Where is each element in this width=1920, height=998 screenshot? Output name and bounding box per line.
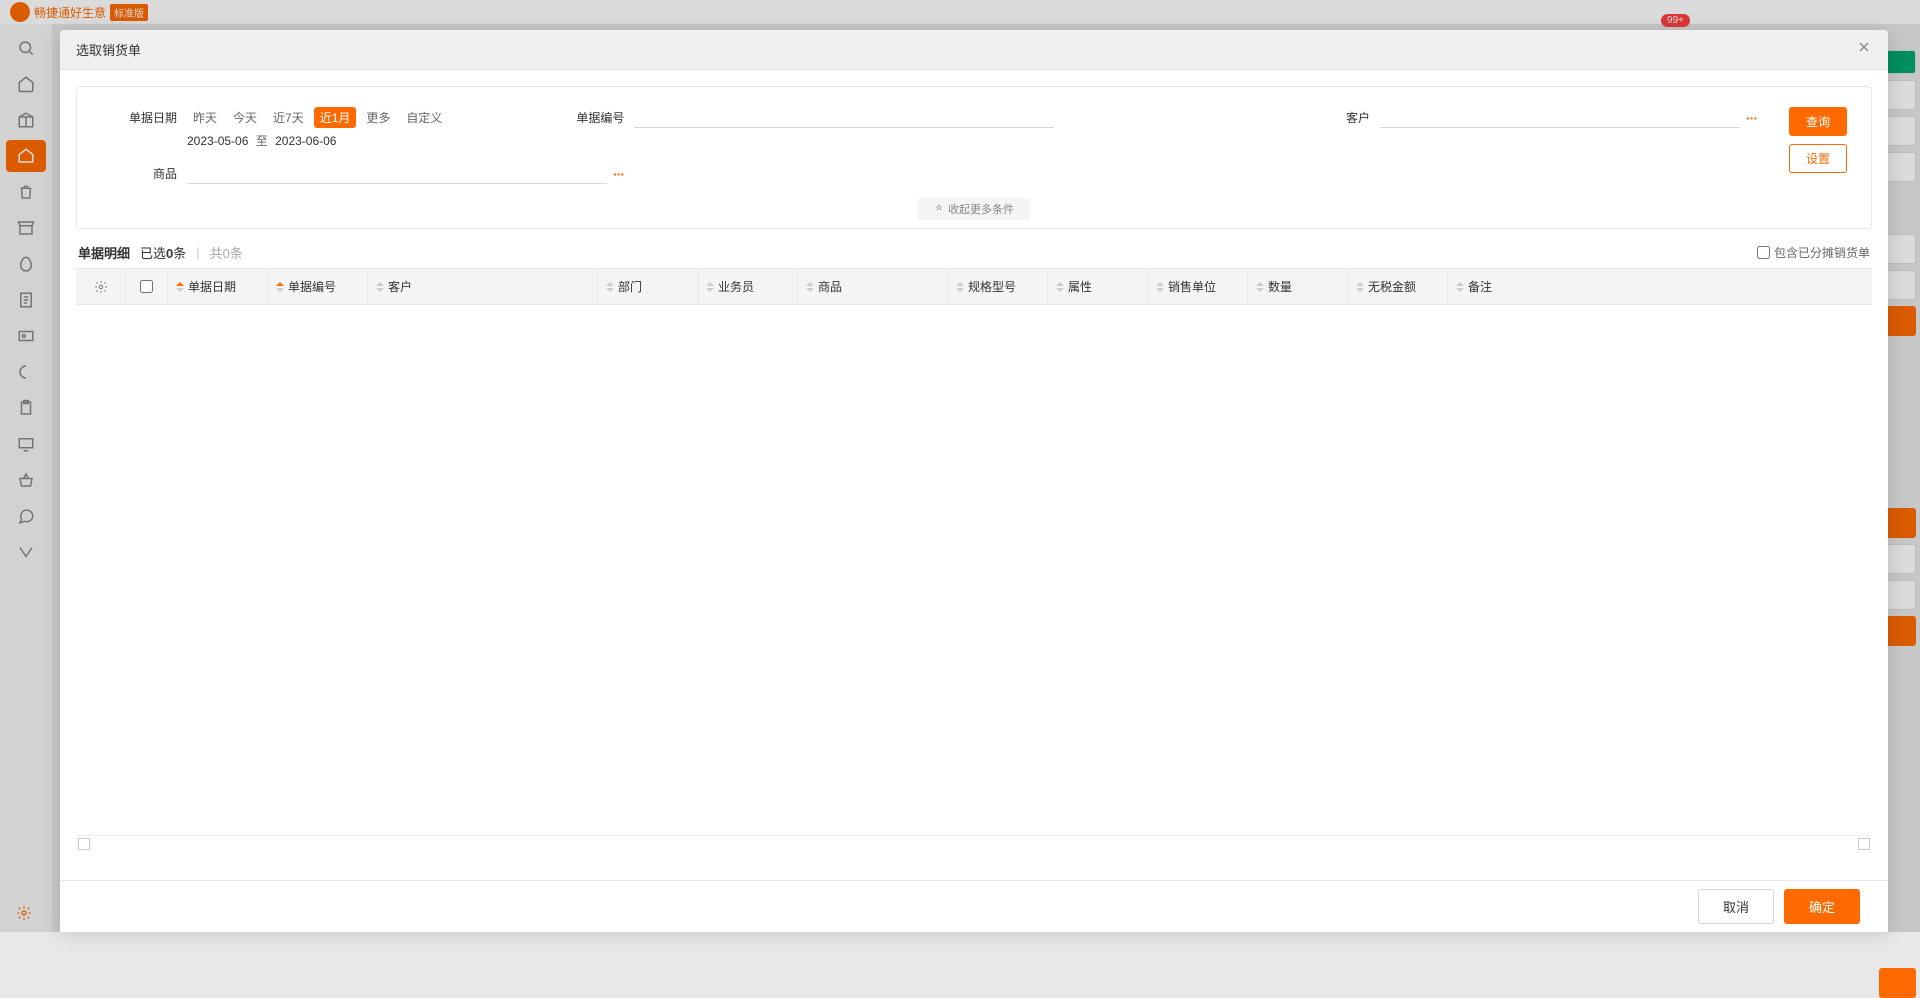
customer-picker-button[interactable]: ··· (1746, 110, 1757, 126)
search-button[interactable]: 查询 (1789, 107, 1847, 136)
product-label: 商品 (101, 165, 177, 182)
table-header-row: 单据日期 单据编号 客户 部门 业务员 商品 规格型号 属性 销售单位 数量 无… (76, 269, 1872, 305)
col-amount[interactable]: 无税金额 (1348, 269, 1448, 304)
modal-close-button[interactable] (1856, 39, 1872, 60)
gear-icon (94, 280, 108, 294)
col-product[interactable]: 商品 (798, 269, 948, 304)
date-to[interactable]: 2023-06-06 (275, 134, 336, 148)
collapse-label: 收起更多条件 (948, 201, 1014, 217)
col-customer[interactable]: 客户 (368, 269, 598, 304)
preset-today[interactable]: 今天 (227, 107, 263, 128)
col-spec[interactable]: 规格型号 (948, 269, 1048, 304)
product-picker-button[interactable]: ··· (613, 166, 624, 182)
selected-count: 已选0条 (140, 243, 186, 262)
chevron-up-icon (934, 204, 944, 214)
include-allocated-input[interactable] (1757, 246, 1770, 259)
preset-more[interactable]: 更多 (360, 107, 396, 128)
date-presets: 昨天 今天 近7天 近1月 更多 自定义 (187, 107, 448, 128)
horizontal-scrollbar[interactable] (76, 835, 1872, 851)
date-separator: 至 (256, 134, 268, 148)
settings-button[interactable]: 设置 (1789, 144, 1847, 173)
date-range-display: 2023-05-06 至 2023-06-06 (187, 132, 448, 149)
date-filter-group: 单据日期 昨天 今天 近7天 近1月 更多 自定义 2023-05-06 至 (101, 107, 448, 149)
code-input[interactable] (634, 107, 1054, 128)
col-sales[interactable]: 业务员 (698, 269, 798, 304)
customer-input[interactable] (1380, 107, 1740, 128)
select-all-header[interactable] (126, 269, 168, 304)
col-note[interactable]: 备注 (1448, 269, 1872, 304)
col-dept[interactable]: 部门 (598, 269, 698, 304)
col-date[interactable]: 单据日期 (168, 269, 268, 304)
detail-title: 单据明细 (78, 243, 130, 262)
select-all-checkbox[interactable] (140, 280, 153, 293)
preset-yesterday[interactable]: 昨天 (187, 107, 223, 128)
scroll-right-icon[interactable] (1858, 838, 1870, 850)
table-body-empty (76, 305, 1872, 835)
date-from[interactable]: 2023-05-06 (187, 134, 248, 148)
code-filter-group: 单据编号 (548, 107, 1054, 128)
modal-footer: 取消 确定 (60, 880, 1888, 932)
col-attr[interactable]: 属性 (1048, 269, 1148, 304)
select-sales-bill-modal: 选取销货单 单据日期 昨天 今天 近7天 近1月 更多 (60, 30, 1888, 932)
cancel-button[interactable]: 取消 (1698, 889, 1774, 924)
total-count: 共0条 (210, 243, 243, 262)
include-allocated-label: 包含已分摊销货单 (1774, 244, 1870, 261)
date-label: 单据日期 (101, 109, 177, 126)
close-icon (1856, 39, 1872, 55)
col-qty[interactable]: 数量 (1248, 269, 1348, 304)
code-label: 单据编号 (548, 109, 624, 126)
preset-custom[interactable]: 自定义 (400, 107, 448, 128)
filter-panel: 单据日期 昨天 今天 近7天 近1月 更多 自定义 2023-05-06 至 (76, 86, 1872, 229)
modal-body: 单据日期 昨天 今天 近7天 近1月 更多 自定义 2023-05-06 至 (60, 70, 1888, 880)
filter-actions: 查询 设置 (1789, 107, 1847, 173)
scroll-left-icon[interactable] (78, 838, 90, 850)
product-input[interactable] (187, 163, 607, 184)
preset-last1m[interactable]: 近1月 (314, 107, 357, 128)
product-filter-group: 商品 ··· (101, 163, 624, 184)
confirm-button[interactable]: 确定 (1784, 889, 1860, 924)
column-settings-button[interactable] (76, 269, 126, 304)
preset-last7[interactable]: 近7天 (267, 107, 310, 128)
collapse-filters-button[interactable]: 收起更多条件 (918, 198, 1030, 220)
detail-header: 单据明细 已选0条 | 共0条 包含已分摊销货单 (76, 229, 1872, 268)
include-allocated-checkbox[interactable]: 包含已分摊销货单 (1757, 244, 1870, 261)
divider: | (196, 245, 199, 260)
modal-header: 选取销货单 (60, 30, 1888, 70)
col-code[interactable]: 单据编号 (268, 269, 368, 304)
modal-title: 选取销货单 (76, 40, 141, 59)
customer-filter-group: 客户 ··· (1294, 107, 1757, 128)
col-unit[interactable]: 销售单位 (1148, 269, 1248, 304)
detail-table: 单据日期 单据编号 客户 部门 业务员 商品 规格型号 属性 销售单位 数量 无… (76, 268, 1872, 864)
customer-label: 客户 (1294, 109, 1370, 126)
